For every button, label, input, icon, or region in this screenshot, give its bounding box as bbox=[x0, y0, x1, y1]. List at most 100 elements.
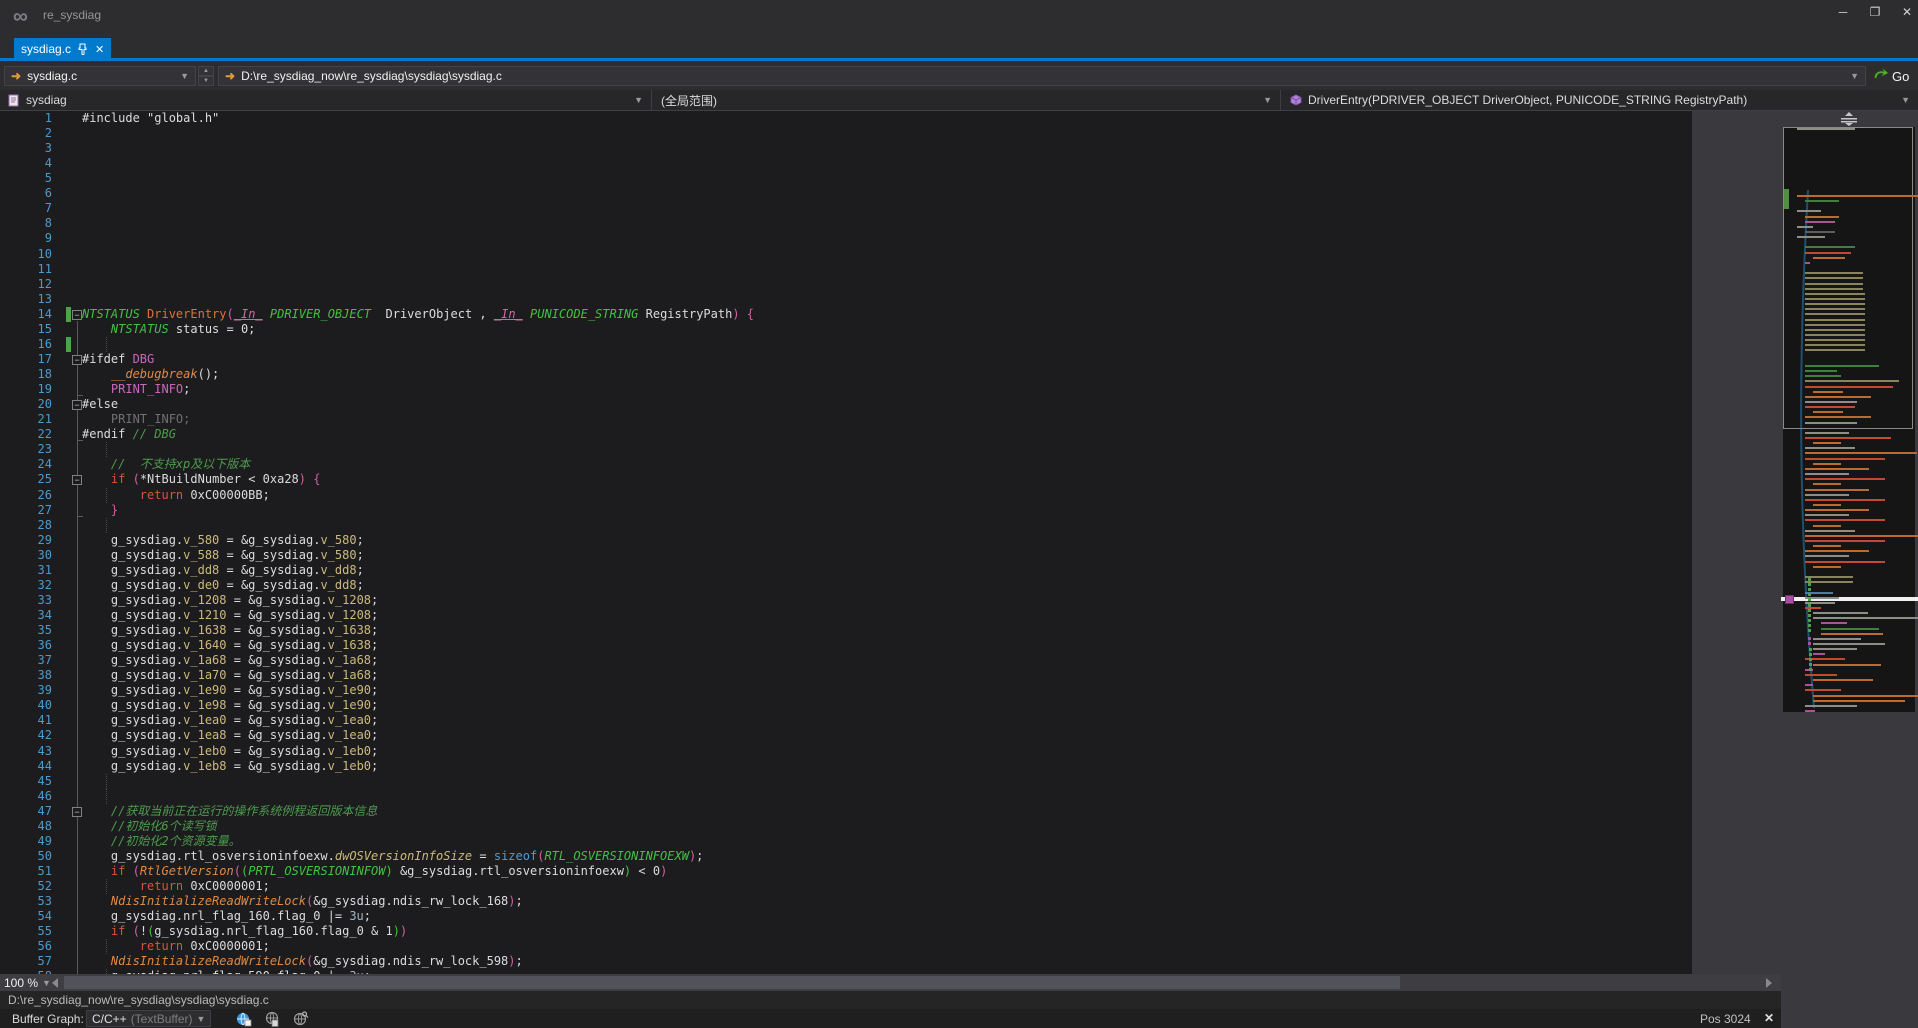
symbol-spinner[interactable]: ▲ ▼ bbox=[198, 66, 214, 86]
code-line[interactable]: g_sysdiag.v_1ea0 = &g_sysdiag.v_1ea0; bbox=[0, 713, 1692, 728]
code-line[interactable]: g_sysdiag.rtl_osversioninfoexw.dwOSVersi… bbox=[0, 849, 1692, 864]
globe-key-icon[interactable] bbox=[292, 1011, 309, 1027]
fold-collapse-box[interactable]: − bbox=[72, 309, 82, 320]
code-line[interactable]: g_sysdiag.v_1a70 = &g_sysdiag.v_1a68; bbox=[0, 668, 1692, 683]
nav-file-combo[interactable]: sysdiag ▼ bbox=[0, 90, 652, 110]
code-line[interactable] bbox=[0, 262, 1692, 277]
code-line[interactable]: g_sysdiag.v_1e98 = &g_sysdiag.v_1e90; bbox=[0, 698, 1692, 713]
code-line[interactable]: //初始化2个资源变量。 bbox=[0, 834, 1692, 849]
minimap-code-row bbox=[1813, 663, 1881, 666]
code-line[interactable] bbox=[0, 126, 1692, 141]
split-window-grip-icon[interactable] bbox=[1836, 112, 1862, 126]
statusbar-close-icon[interactable]: ✕ bbox=[1764, 1011, 1774, 1025]
code-line[interactable] bbox=[0, 247, 1692, 262]
fold-collapse-box[interactable]: − bbox=[72, 475, 82, 486]
code-line[interactable]: //获取当前正在运行的操作系统例程返回版本信息 bbox=[0, 804, 1692, 819]
code-line[interactable]: g_sysdiag.v_1638 = &g_sysdiag.v_1638; bbox=[0, 623, 1692, 638]
code-line[interactable]: if (*NtBuildNumber < 0xa28) { bbox=[0, 472, 1692, 487]
buffer-type-combo[interactable]: C/C++ (TextBuffer) ▼ bbox=[86, 1010, 212, 1027]
code-line[interactable]: g_sysdiag.v_588 = &g_sysdiag.v_580; bbox=[0, 548, 1692, 563]
tab-close-icon[interactable]: ✕ bbox=[95, 43, 104, 56]
code-line[interactable]: g_sysdiag.v_dd8 = &g_sysdiag.v_dd8; bbox=[0, 563, 1692, 578]
code-line[interactable] bbox=[0, 216, 1692, 231]
code-line[interactable]: g_sysdiag.v_1a68 = &g_sysdiag.v_1a68; bbox=[0, 653, 1692, 668]
code-line[interactable]: #endif // DBG bbox=[0, 427, 1692, 442]
horizontal-scroll-thumb[interactable] bbox=[64, 976, 1400, 989]
code-line[interactable] bbox=[0, 277, 1692, 292]
code-line[interactable]: NdisInitializeReadWriteLock(&g_sysdiag.n… bbox=[0, 954, 1692, 969]
pin-icon[interactable] bbox=[78, 43, 88, 55]
zoom-dropdown-icon[interactable]: ▼ bbox=[42, 978, 51, 988]
minimap-code-row bbox=[1821, 632, 1883, 635]
minimap-code-row bbox=[1805, 349, 1865, 352]
code-line[interactable] bbox=[0, 156, 1692, 171]
code-line[interactable] bbox=[0, 518, 1692, 533]
code-line[interactable]: // 不支持xp及以下版本 bbox=[0, 457, 1692, 472]
spin-down-icon[interactable]: ▼ bbox=[198, 76, 214, 86]
code-line[interactable]: PRINT_INFO; bbox=[0, 412, 1692, 427]
code-line[interactable]: return 0xC0000001; bbox=[0, 939, 1692, 954]
web-document-icon[interactable] bbox=[236, 1011, 252, 1027]
code-line[interactable]: //初始化6个读写锁 bbox=[0, 819, 1692, 834]
go-button[interactable]: Go bbox=[1872, 65, 1909, 87]
scroll-right-icon[interactable] bbox=[1766, 978, 1772, 988]
code-line[interactable] bbox=[0, 231, 1692, 246]
code-line[interactable]: g_sysdiag.v_580 = &g_sysdiag.v_580; bbox=[0, 533, 1692, 548]
minimap-code-row bbox=[1805, 318, 1865, 321]
fold-collapse-box[interactable]: − bbox=[72, 806, 82, 817]
code-line[interactable] bbox=[0, 141, 1692, 156]
code-line[interactable]: NdisInitializeReadWriteLock(&g_sysdiag.n… bbox=[0, 894, 1692, 909]
code-line[interactable]: g_sysdiag.v_1640 = &g_sysdiag.v_1638; bbox=[0, 638, 1692, 653]
zoom-level[interactable]: 100 % bbox=[4, 976, 38, 990]
close-button[interactable]: ✕ bbox=[1892, 0, 1918, 24]
minimize-button[interactable]: ─ bbox=[1828, 0, 1858, 24]
code-line[interactable]: g_sysdiag.v_1e90 = &g_sysdiag.v_1e90; bbox=[0, 683, 1692, 698]
file-path-combo[interactable]: ➜ D:\re_sysdiag_now\re_sysdiag\sysdiag\s… bbox=[218, 66, 1866, 86]
code-line[interactable]: } bbox=[0, 503, 1692, 518]
minimap-code-row bbox=[1805, 406, 1855, 409]
code-line[interactable] bbox=[0, 171, 1692, 186]
code-line[interactable]: NTSTATUS DriverEntry(_In_ PDRIVER_OBJECT… bbox=[0, 307, 1692, 322]
fold-collapse-box[interactable]: − bbox=[72, 400, 82, 411]
code-line[interactable]: g_sysdiag.v_1ea8 = &g_sysdiag.v_1ea0; bbox=[0, 728, 1692, 743]
tab-sysdiag[interactable]: sysdiag.c ✕ bbox=[14, 38, 112, 60]
code-line[interactable]: if (!(g_sysdiag.nrl_flag_160.flag_0 & 1)… bbox=[0, 924, 1692, 939]
code-line[interactable] bbox=[0, 442, 1692, 457]
code-line[interactable]: g_sysdiag.v_1208 = &g_sysdiag.v_1208; bbox=[0, 593, 1692, 608]
code-line[interactable]: #else bbox=[0, 397, 1692, 412]
code-line[interactable] bbox=[0, 201, 1692, 216]
code-line[interactable]: g_sysdiag.v_de0 = &g_sysdiag.v_dd8; bbox=[0, 578, 1692, 593]
code-line[interactable] bbox=[0, 774, 1692, 789]
code-line[interactable]: NTSTATUS status = 0; bbox=[0, 322, 1692, 337]
code-line[interactable]: #ifdef DBG bbox=[0, 352, 1692, 367]
code-line[interactable]: PRINT_INFO; bbox=[0, 382, 1692, 397]
code-line[interactable]: return 0xC00000BB; bbox=[0, 488, 1692, 503]
horizontal-scrollbar[interactable]: 100 % ▼ bbox=[0, 974, 1781, 991]
nav-member-combo[interactable]: DriverEntry(PDRIVER_OBJECT DriverObject,… bbox=[1282, 90, 1918, 110]
minimap-change-dash bbox=[1808, 578, 1811, 581]
scroll-left-icon[interactable] bbox=[52, 978, 58, 988]
code-line[interactable]: g_sysdiag.v_1210 = &g_sysdiag.v_1208; bbox=[0, 608, 1692, 623]
file-symbol-combo[interactable]: ➜ sysdiag.c ▼ bbox=[4, 66, 196, 86]
code-line[interactable]: if (RtlGetVersion((PRTL_OSVERSIONINFOW) … bbox=[0, 864, 1692, 879]
minimap-code-row bbox=[1805, 437, 1891, 439]
code-line[interactable]: g_sysdiag.nrl_flag_160.flag_0 |= 3u; bbox=[0, 909, 1692, 924]
nav-scope-combo[interactable]: (全局范围) ▼ bbox=[653, 90, 1281, 110]
code-line[interactable]: g_sysdiag.v_1eb8 = &g_sysdiag.v_1eb0; bbox=[0, 759, 1692, 774]
code-line[interactable] bbox=[0, 337, 1692, 352]
globe-page-icon[interactable] bbox=[264, 1011, 280, 1027]
code-editor[interactable]: 1 #include "global.h" 2 3 4 5 6 7 8 9 10 11 12 13 14 NT… bbox=[0, 111, 1692, 974]
minimap-code-row bbox=[1805, 334, 1865, 336]
code-line[interactable] bbox=[0, 186, 1692, 201]
code-line[interactable]: g_sysdiag.v_1eb0 = &g_sysdiag.v_1eb0; bbox=[0, 744, 1692, 759]
code-line[interactable]: __debugbreak(); bbox=[0, 367, 1692, 382]
code-line[interactable] bbox=[0, 292, 1692, 307]
spin-up-icon[interactable]: ▲ bbox=[198, 66, 214, 76]
minimap-code-row bbox=[1805, 529, 1855, 532]
restore-button[interactable]: ❐ bbox=[1860, 0, 1890, 24]
code-line[interactable]: #include "global.h" bbox=[0, 111, 1692, 126]
file-path-value: D:\re_sysdiag_now\re_sysdiag\sysdiag\sys… bbox=[241, 69, 502, 83]
code-line[interactable]: return 0xC0000001; bbox=[0, 879, 1692, 894]
code-line[interactable] bbox=[0, 789, 1692, 804]
fold-collapse-box[interactable]: − bbox=[72, 354, 82, 365]
